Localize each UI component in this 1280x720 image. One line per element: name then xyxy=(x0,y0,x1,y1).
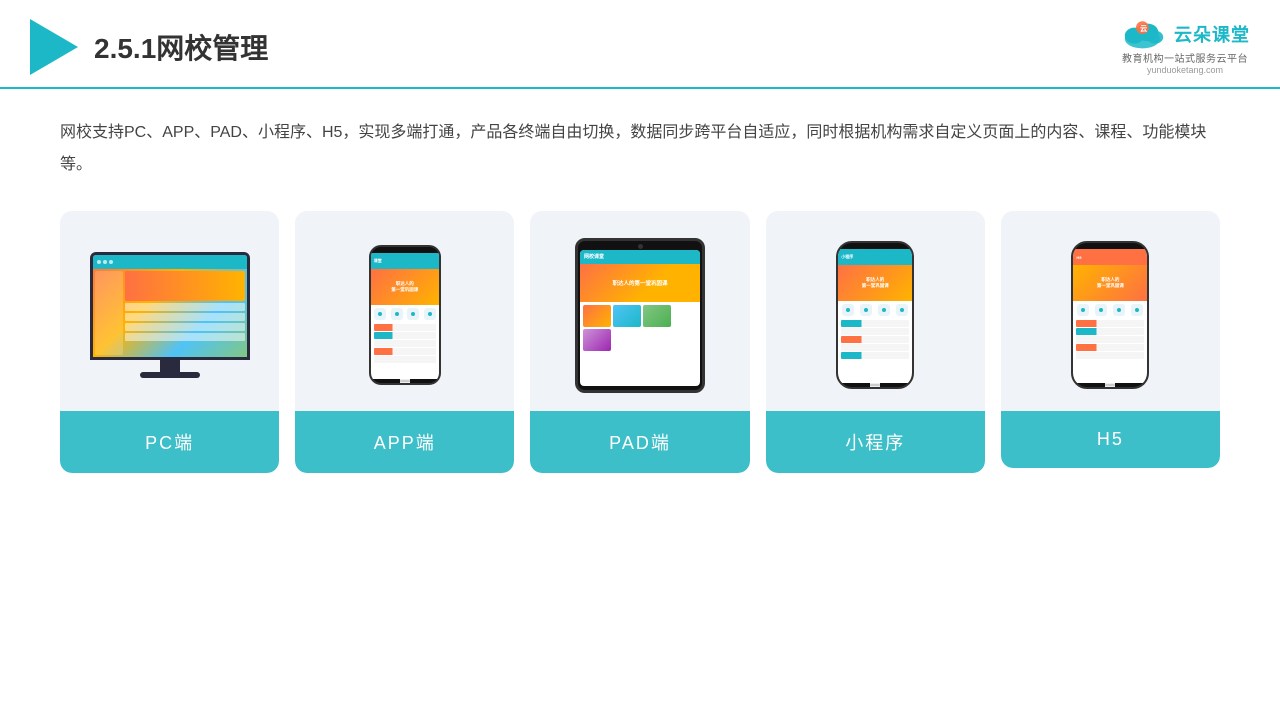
brand-cloud: 云 云朵课堂 xyxy=(1120,18,1250,50)
card-pad-label: PAD端 xyxy=(530,411,749,473)
card-app: 课堂 职达人的第一堂巩固课 xyxy=(295,211,514,473)
card-miniapp-label: 小程序 xyxy=(766,411,985,473)
phone-h5-screen: H5 职达人的第一堂巩固课 xyxy=(1073,249,1147,383)
brand-tagline: 教育机构一站式服务云平台 xyxy=(1122,50,1248,65)
logo-triangle-icon xyxy=(30,19,78,75)
phone-notch-h5 xyxy=(1098,243,1122,249)
card-h5: H5 职达人的第一堂巩固课 xyxy=(1001,211,1220,468)
pad-image-area: 网校课堂 职达人的第一堂巩固课 xyxy=(530,211,749,411)
cards-row: PC端 课堂 职达人的第一堂巩固课 xyxy=(60,211,1220,473)
brand-logo: 云 云朵课堂 教育机构一站式服务云平台 yunduoketang.com xyxy=(1120,18,1250,75)
tablet-mockup: 网校课堂 职达人的第一堂巩固课 xyxy=(575,238,705,393)
content-area: 网校支持PC、APP、PAD、小程序、H5，实现多端打通，产品各终端自由切换，数… xyxy=(0,89,1280,493)
card-pad: 网校课堂 职达人的第一堂巩固课 xyxy=(530,211,749,473)
miniapp-image-area: 小程序 职达人的第一堂巩固课 xyxy=(766,211,985,411)
brand-name: 云朵课堂 xyxy=(1174,21,1250,47)
header: 2.5.1网校管理 云 云朵课堂 教育机构一站式服务云平台 yunduoketa… xyxy=(0,0,1280,89)
tablet-camera xyxy=(638,244,643,249)
pc-image-area xyxy=(60,211,279,411)
card-h5-label: H5 xyxy=(1001,411,1220,468)
pc-monitor xyxy=(90,252,250,378)
phone-miniapp-screen: 小程序 职达人的第一堂巩固课 xyxy=(838,249,912,383)
monitor-body xyxy=(90,252,250,360)
card-pc: PC端 xyxy=(60,211,279,473)
phone-notch-miniapp xyxy=(863,243,887,249)
svg-text:云: 云 xyxy=(1140,24,1147,33)
card-app-label: APP端 xyxy=(295,411,514,473)
tablet-screen: 网校课堂 职达人的第一堂巩固课 xyxy=(580,250,700,386)
app-image-area: 课堂 职达人的第一堂巩固课 xyxy=(295,211,514,411)
h5-image-area: H5 职达人的第一堂巩固课 xyxy=(1001,211,1220,411)
cloud-icon: 云 xyxy=(1120,18,1168,50)
phone-notch xyxy=(393,247,417,253)
description-text: 网校支持PC、APP、PAD、小程序、H5，实现多端打通，产品各终端自由切换，数… xyxy=(60,117,1220,181)
phone-screen: 课堂 职达人的第一堂巩固课 xyxy=(371,253,439,379)
brand-url: yunduoketang.com xyxy=(1147,65,1223,75)
card-miniapp: 小程序 职达人的第一堂巩固课 xyxy=(766,211,985,473)
header-left: 2.5.1网校管理 xyxy=(30,19,268,75)
phone-app-mockup: 课堂 职达人的第一堂巩固课 xyxy=(369,245,441,385)
phone-h5-mockup: H5 职达人的第一堂巩固课 xyxy=(1071,241,1149,389)
page-title: 2.5.1网校管理 xyxy=(94,27,268,67)
phone-miniapp-mockup: 小程序 职达人的第一堂巩固课 xyxy=(836,241,914,389)
monitor-screen xyxy=(93,255,247,357)
card-pc-label: PC端 xyxy=(60,411,279,473)
